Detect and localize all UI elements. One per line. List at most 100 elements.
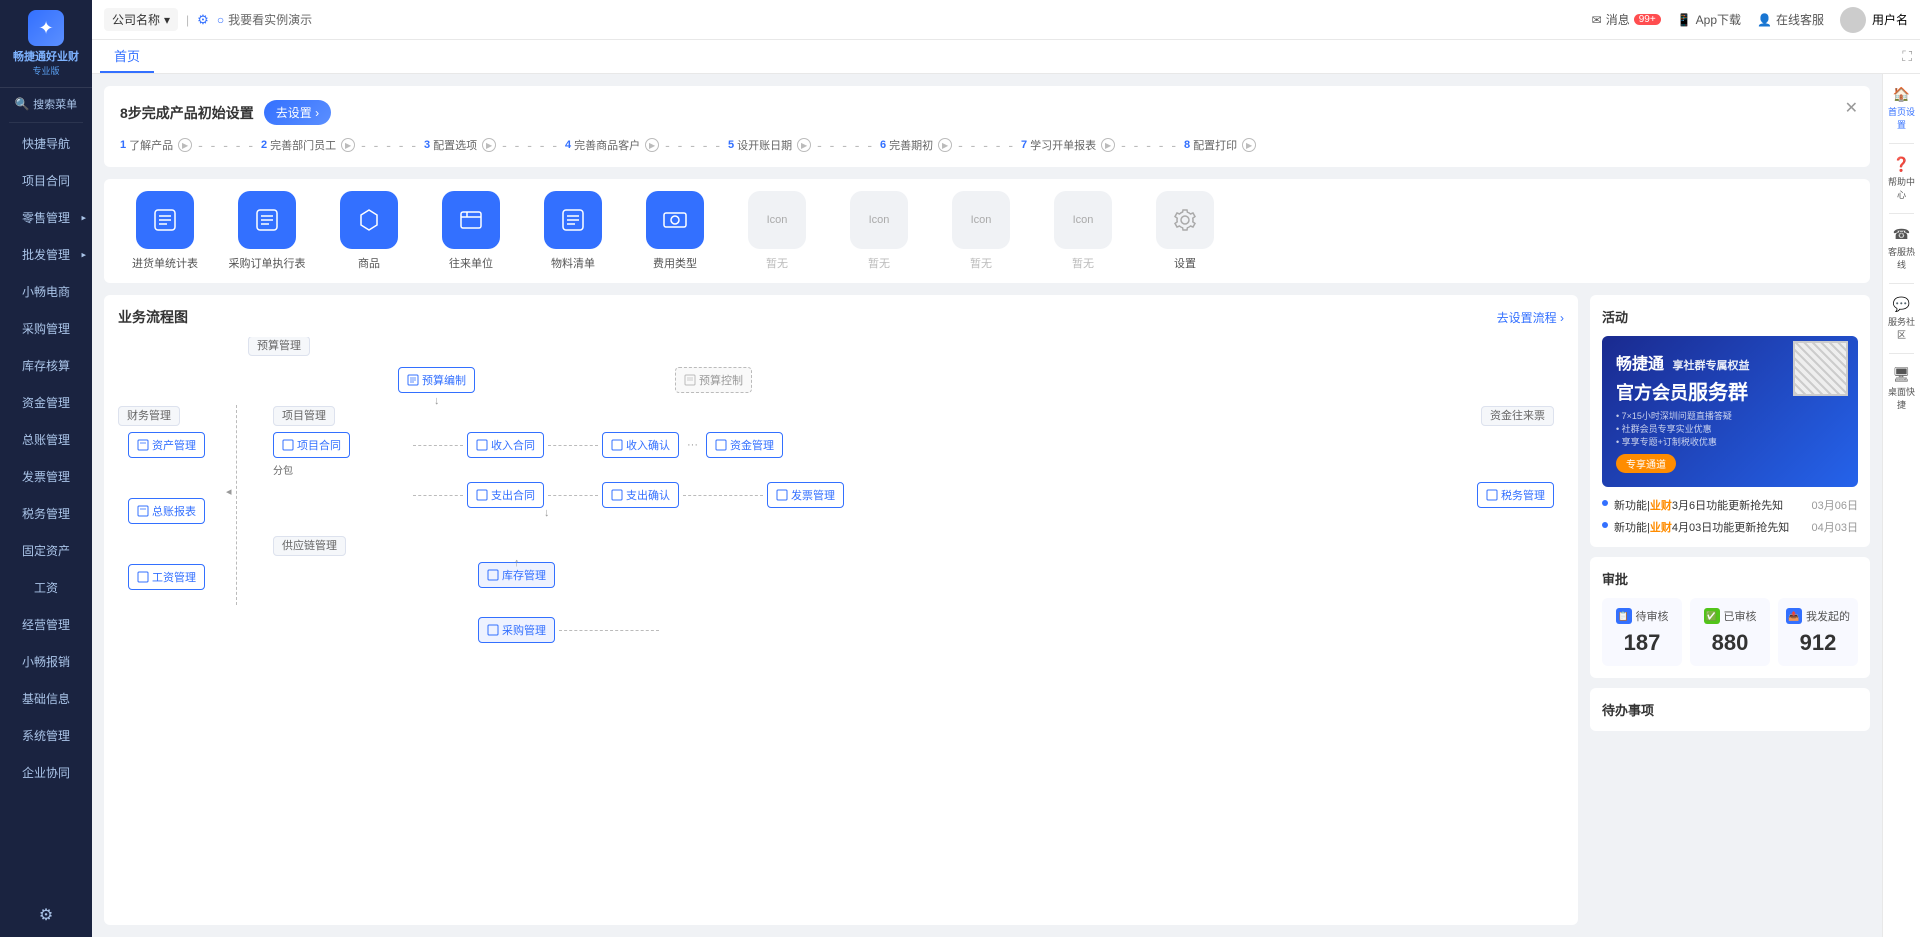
sidebar-item-ecommerce[interactable]: 小畅电商 bbox=[0, 273, 92, 310]
project-contract-node-el[interactable]: 项目合同 bbox=[273, 432, 350, 458]
setup-title: 8步完成产品初始设置 bbox=[120, 103, 254, 123]
quick-icon-contacts[interactable]: 往来单位 bbox=[426, 191, 516, 271]
purchase-node-el[interactable]: 采购管理 bbox=[478, 617, 555, 643]
quick-icon-settings[interactable]: 设置 bbox=[1140, 191, 1230, 271]
income-contract-node[interactable]: 收入合同 bbox=[467, 432, 544, 458]
gear-icon[interactable]: ⚙ bbox=[197, 12, 209, 28]
approval-stat-mine[interactable]: 📤 我发起的 912 bbox=[1778, 598, 1858, 666]
flow-settings-link[interactable]: 去设置流程 › bbox=[1497, 309, 1564, 326]
budget-control-node[interactable]: 预算控制 bbox=[675, 367, 752, 393]
right-sidebar-community[interactable]: 💬 服务社区 bbox=[1883, 288, 1920, 349]
sidebar-search[interactable]: 🔍 搜索菜单 bbox=[0, 88, 92, 120]
general-ledger-node[interactable]: 总账报表 bbox=[128, 498, 205, 524]
qr-inner bbox=[1795, 343, 1846, 394]
activity-btn[interactable]: 专享通道 bbox=[1616, 454, 1676, 473]
quick-icon-expense-type[interactable]: 费用类型 bbox=[630, 191, 720, 271]
user-name: 用户名 bbox=[1872, 11, 1908, 28]
purchase-row: 采购管理 bbox=[478, 617, 659, 643]
capital-invoice-tag: 资金往来票 bbox=[1481, 407, 1554, 423]
quick-icon-bom[interactable]: 物料清单 bbox=[528, 191, 618, 271]
approval-stats: 📋 待审核 187 ✅ 已审核 880 bbox=[1602, 598, 1858, 666]
project-section-tag: 项目管理 bbox=[273, 407, 335, 423]
income-confirm-node[interactable]: 收入确认 bbox=[602, 432, 679, 458]
app-download-button[interactable]: 📱 App下载 bbox=[1677, 11, 1741, 28]
expand-icon[interactable]: ⛶ bbox=[1902, 48, 1912, 65]
step-4: 4 完善商品客户 ▶ bbox=[565, 137, 659, 153]
feature-1: • 7×15小时深圳问题直播答疑 bbox=[1616, 409, 1749, 422]
approval-stat-pending[interactable]: 📋 待审核 187 bbox=[1602, 598, 1682, 666]
step-1: 1 了解产品 ▶ bbox=[120, 137, 192, 153]
vline-1 bbox=[236, 405, 237, 605]
sidebar-item-tax[interactable]: 税务管理 bbox=[0, 495, 92, 532]
sidebar-item-ledger[interactable]: 总账管理 bbox=[0, 421, 92, 458]
sidebar-item-inventory[interactable]: 库存核算 bbox=[0, 347, 92, 384]
capital-mgmt-node[interactable]: 资金管理 bbox=[706, 432, 783, 458]
online-service-button[interactable]: 👤 在线客服 bbox=[1757, 11, 1824, 28]
demo-link[interactable]: ○ 我要看实例演示 bbox=[217, 11, 312, 28]
arrow-up-1: ↑ bbox=[514, 557, 520, 569]
right-sidebar-help[interactable]: ❓ 帮助中心 bbox=[1883, 148, 1920, 209]
quick-icon-empty-1[interactable]: Icon 暂无 bbox=[732, 191, 822, 271]
quick-access: 进货单统计表 采购订单执行表 商品 bbox=[104, 179, 1870, 283]
phone-icon: ☎ bbox=[1893, 226, 1910, 243]
sidebar-settings-icon[interactable]: ⚙ bbox=[0, 893, 92, 937]
sidebar-item-fixed-assets[interactable]: 固定资产 bbox=[0, 532, 92, 569]
company-selector[interactable]: 公司名称 ▾ bbox=[104, 8, 178, 31]
sidebar-item-wholesale[interactable]: 批发管理 bbox=[0, 236, 92, 273]
asset-mgmt-node[interactable]: 资产管理 bbox=[128, 432, 205, 458]
sidebar-item-system[interactable]: 系统管理 bbox=[0, 717, 92, 754]
expense-contract-node[interactable]: 支出合同 bbox=[467, 482, 544, 508]
po-exec-icon-box bbox=[238, 191, 296, 249]
sidebar: ✦ 畅捷通好业财 专业版 🔍 搜索菜单 快捷导航 项目合同 零售管理 批发管理 … bbox=[0, 0, 92, 937]
sidebar-item-basic-info[interactable]: 基础信息 bbox=[0, 680, 92, 717]
service-icon: 👤 bbox=[1757, 13, 1772, 27]
chevron-down-icon: ▾ bbox=[164, 13, 170, 27]
banner-content: 畅捷通 享社群专属权益 官方会员服务群 • 7×15小时深圳问题直播答疑 • 社… bbox=[1616, 350, 1844, 473]
banner-enjoy: 享社群专属权益 bbox=[1672, 360, 1749, 372]
user-area[interactable]: 用户名 bbox=[1840, 7, 1908, 33]
quick-icon-empty-2[interactable]: Icon 暂无 bbox=[834, 191, 924, 271]
todo-card: 待办事项 bbox=[1590, 688, 1870, 731]
logo-sub: 专业版 bbox=[8, 64, 84, 77]
sidebar-item-project-contract[interactable]: 项目合同 bbox=[0, 162, 92, 199]
tax-mgmt-node-el[interactable]: 税务管理 bbox=[1477, 482, 1554, 508]
budget-section-tag: 预算管理 bbox=[248, 337, 310, 353]
sidebar-item-invoice[interactable]: 发票管理 bbox=[0, 458, 92, 495]
topbar-right: ✉ 消息 99+ 📱 App下载 👤 在线客服 用户名 bbox=[1592, 7, 1908, 33]
news-item-2[interactable]: 新功能|业财4月03日功能更新抢先知 04月03日 bbox=[1602, 519, 1858, 535]
news-item-1[interactable]: 新功能|业财3月6日功能更新抢先知 03月06日 bbox=[1602, 497, 1858, 513]
step-3: 3 配置选项 ▶ bbox=[424, 137, 496, 153]
sidebar-item-purchase[interactable]: 采购管理 bbox=[0, 310, 92, 347]
quick-icon-goods[interactable]: 商品 bbox=[324, 191, 414, 271]
dash-4 bbox=[548, 495, 598, 496]
quick-icon-empty-3[interactable]: Icon 暂无 bbox=[936, 191, 1026, 271]
todo-title: 待办事项 bbox=[1602, 700, 1858, 719]
expense-confirm-node[interactable]: 支出确认 bbox=[602, 482, 679, 508]
right-sidebar-desktop[interactable]: 🖥 桌面快捷 bbox=[1883, 358, 1920, 419]
go-setup-button[interactable]: 去设置 › bbox=[264, 100, 331, 125]
quick-icon-po-exec[interactable]: 采购订单执行表 bbox=[222, 191, 312, 271]
feature-3: • 享享专题+订制税收优惠 bbox=[1616, 435, 1749, 448]
sidebar-item-collab[interactable]: 企业协同 bbox=[0, 754, 92, 791]
sidebar-item-operations[interactable]: 经营管理 bbox=[0, 606, 92, 643]
sidebar-item-finance[interactable]: 资金管理 bbox=[0, 384, 92, 421]
approval-stat-done[interactable]: ✅ 已审核 880 bbox=[1690, 598, 1770, 666]
main-content: 8步完成产品初始设置 去设置 › 1 了解产品 ▶ - - - - - 2 完善… bbox=[92, 74, 1882, 937]
invoice-mgmt-node[interactable]: 发票管理 bbox=[767, 482, 844, 508]
sidebar-item-quick-nav[interactable]: 快捷导航 bbox=[0, 125, 92, 162]
quick-icon-purchase-stat[interactable]: 进货单统计表 bbox=[120, 191, 210, 271]
sidebar-divider bbox=[9, 122, 83, 123]
quick-icon-empty-4[interactable]: Icon 暂无 bbox=[1038, 191, 1128, 271]
tab-home[interactable]: 首页 bbox=[100, 40, 154, 73]
sidebar-item-retail[interactable]: 零售管理 bbox=[0, 199, 92, 236]
budget-compile-node[interactable]: 预算编制 bbox=[398, 367, 475, 393]
right-sidebar-home[interactable]: 🏠 首页设置 bbox=[1883, 78, 1920, 139]
setup-close-button[interactable]: ✕ bbox=[1845, 98, 1858, 118]
sidebar-item-expense[interactable]: 小畅报销 bbox=[0, 643, 92, 680]
sidebar-item-salary[interactable]: 工资 bbox=[0, 569, 92, 606]
salary-mgmt-node[interactable]: 工资管理 bbox=[128, 564, 205, 590]
step-7: 7 学习开单报表 ▶ bbox=[1021, 137, 1115, 153]
message-button[interactable]: ✉ 消息 99+ bbox=[1592, 11, 1661, 28]
sidebar-logo: ✦ 畅捷通好业财 专业版 bbox=[0, 0, 92, 88]
right-sidebar-hotline[interactable]: ☎ 客服热线 bbox=[1883, 218, 1920, 279]
